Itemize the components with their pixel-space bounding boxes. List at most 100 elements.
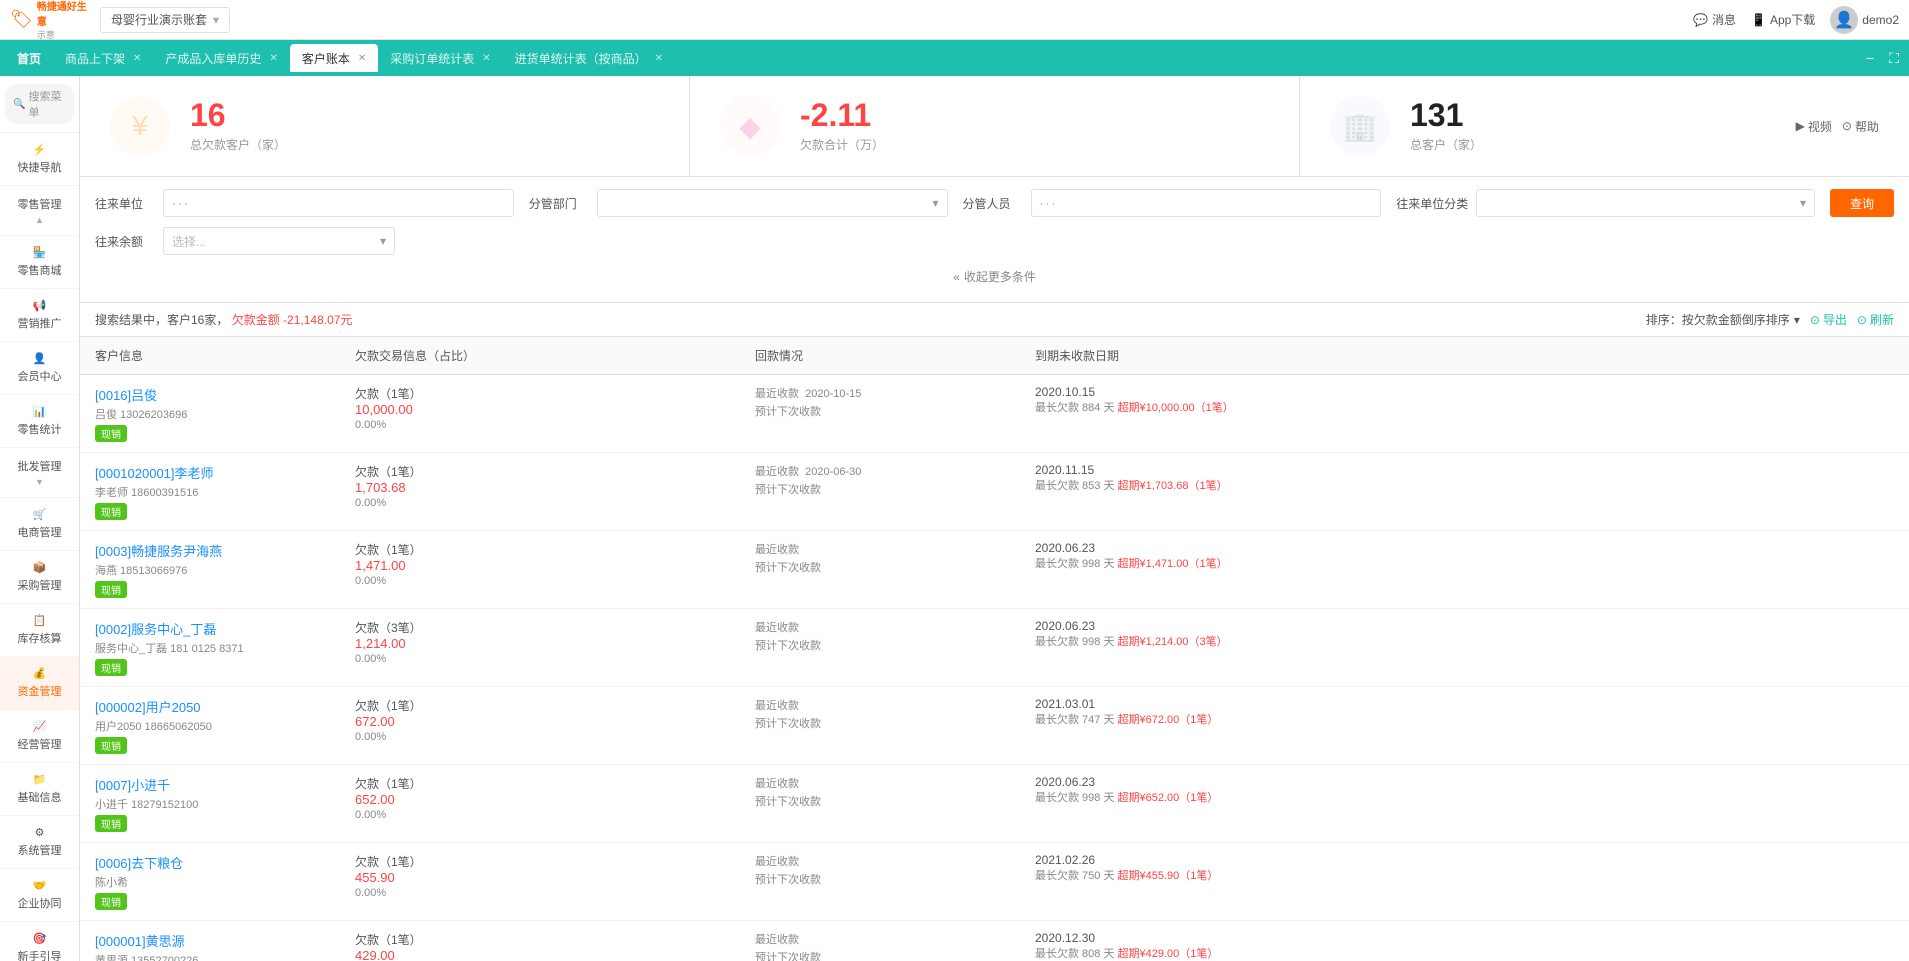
customer-name-link[interactable]: [0002]服务中心_丁磊 — [95, 619, 325, 638]
tab-home[interactable]: 首页 — [5, 44, 53, 72]
debt-amount[interactable]: 1,703.68 — [355, 480, 725, 495]
inventory-icon: 📋 — [33, 614, 47, 627]
chevron-down-icon-2: ▾ — [1800, 196, 1806, 210]
tab-product-offsale-close[interactable]: ✕ — [133, 53, 141, 64]
results-actions: 排序：按欠款金额倒序排序 ▾ ⊙ 导出 ⊙ 刷新 — [1646, 311, 1894, 328]
video-btn[interactable]: ▶ 视频 — [1796, 118, 1832, 135]
sidebar-item-enterprise[interactable]: 🤝 企业协同 — [0, 869, 79, 922]
app-download-btn[interactable]: 📱 App下载 — [1751, 11, 1815, 28]
export-btn[interactable]: ⊙ 导出 — [1810, 311, 1847, 328]
customer-name-link[interactable]: [0003]畅捷服务尹海燕 — [95, 541, 325, 560]
sidebar-item-purchase[interactable]: 📦 采购管理 — [0, 551, 79, 604]
debt-percent: 0.00% — [355, 887, 725, 899]
ecommerce-icon: 🛒 — [33, 508, 47, 521]
overdue-link[interactable]: 超期¥10,000.00（1笔） — [1118, 402, 1234, 414]
debt-amount[interactable]: 652.00 — [355, 792, 725, 807]
table-row: [0007]小进千 小进千 18279152100 现销 欠款（1笔） 652.… — [80, 765, 1909, 843]
tab-inbound-stats[interactable]: 进货单统计表（按商品） ✕ — [503, 44, 675, 72]
sidebar-item-ops[interactable]: 📈 经营管理 — [0, 710, 79, 763]
overdue-link[interactable]: 超期¥652.00（1笔） — [1118, 792, 1219, 804]
user-area[interactable]: 👤 demo2 — [1830, 6, 1899, 34]
tab-minimize-btn[interactable]: − — [1861, 48, 1879, 69]
collapse-icon: « — [953, 270, 960, 284]
sidebar-item-basic-info[interactable]: 📁 基础信息 — [0, 763, 79, 816]
sort-select[interactable]: 排序：按欠款金额倒序排序 ▾ — [1646, 311, 1800, 328]
sidebar-item-retail-store[interactable]: 🏪 零售商城 — [0, 236, 79, 289]
stat-card-debt-total: ◆ -2.11 欠款合计（万） — [690, 76, 1300, 176]
filter-balance-label: 往来余额 — [95, 233, 155, 250]
debt-count: 欠款（1笔） — [355, 463, 725, 480]
debt-amount[interactable]: 455.90 — [355, 870, 725, 885]
refresh-btn[interactable]: ⊙ 刷新 — [1857, 311, 1894, 328]
filter-person-input[interactable]: ··· — [1031, 189, 1382, 217]
message-btn[interactable]: 💬 消息 — [1693, 11, 1736, 28]
debt-amount[interactable]: 672.00 — [355, 714, 725, 729]
overdue-link[interactable]: 超期¥455.90（1笔） — [1118, 870, 1219, 882]
sidebar-item-member[interactable]: 👤 会员中心 — [0, 342, 79, 395]
overdue-link[interactable]: 超期¥1,214.00（3笔） — [1118, 636, 1228, 648]
tab-maximize-btn[interactable]: ⛶ — [1884, 48, 1904, 69]
th-collection: 回款情况 — [740, 337, 1020, 375]
tab-product-offsale[interactable]: 商品上下架 ✕ — [53, 44, 153, 72]
sidebar-item-capital[interactable]: 💰 资金管理 — [0, 657, 79, 710]
filter-person-label: 分管人员 — [963, 195, 1023, 212]
customer-name-link[interactable]: [0007]小进千 — [95, 775, 325, 794]
sidebar-item-newbie[interactable]: 🎯 新手引导 — [0, 922, 79, 961]
retail-stats-icon: 📊 — [33, 405, 47, 418]
next-collection-label: 预计下次收款 — [755, 715, 1005, 731]
debt-amount[interactable]: 10,000.00 — [355, 402, 725, 417]
last-collection-label: 最近收款 2020-06-30 — [755, 463, 1005, 479]
filter-dept-select[interactable]: ▾ — [597, 189, 948, 217]
filter-unit-category-label: 往来单位分类 — [1396, 195, 1468, 212]
query-button[interactable]: 查询 — [1830, 189, 1894, 217]
collapse-filter-btn[interactable]: « 收起更多条件 — [948, 263, 1041, 290]
tab-purchase-order[interactable]: 采购订单统计表 ✕ — [378, 44, 502, 72]
stat-label-debt-customers: 总欠款客户（家） — [190, 136, 286, 153]
tab-purchase-order-label: 采购订单统计表 — [390, 50, 474, 67]
logo-icon: 🏷 — [10, 9, 33, 30]
basic-info-icon: 📁 — [33, 773, 47, 786]
customer-name-link[interactable]: [0016]吕俊 — [95, 385, 325, 404]
filter-person: 分管人员 ··· — [963, 189, 1382, 217]
customer-name-link[interactable]: [000001]黄思源 — [95, 931, 325, 950]
sidebar-item-retail-stats[interactable]: 📊 零售统计 — [0, 395, 79, 448]
sidebar-item-marketing[interactable]: 📢 营销推广 — [0, 289, 79, 342]
chevron-down-icon-3: ▾ — [380, 234, 386, 248]
search-menu-box[interactable]: 🔍 搜索菜单 — [5, 84, 74, 124]
tab-product-inbound-close[interactable]: ✕ — [269, 53, 277, 64]
help-btn[interactable]: ⊙ 帮助 — [1842, 118, 1879, 135]
sidebar-item-quick-nav[interactable]: ⚡ 快捷导航 — [0, 133, 79, 186]
debt-amount[interactable]: 1,471.00 — [355, 558, 725, 573]
overdue-link[interactable]: 超期¥1,703.68（1笔） — [1118, 480, 1228, 492]
search-icon: 🔍 — [13, 99, 25, 110]
inventory-label: 库存核算 — [18, 630, 62, 646]
customer-name-link[interactable]: [000002]用户2050 — [95, 697, 325, 716]
debt-amount[interactable]: 429.00 — [355, 948, 725, 961]
sidebar-item-system[interactable]: ⚙ 系统管理 — [0, 816, 79, 869]
due-date-cell: 2021.03.01 最长欠款 747 天 超期¥672.00（1笔） — [1020, 687, 1909, 765]
sidebar-item-batch-mgmt[interactable]: 批发管理 ▼ — [0, 448, 79, 498]
tab-customer-account[interactable]: 客户账本 ✕ — [290, 44, 378, 72]
tab-purchase-order-close[interactable]: ✕ — [482, 53, 490, 64]
overdue-link[interactable]: 超期¥672.00（1笔） — [1118, 714, 1219, 726]
tab-product-inbound[interactable]: 产成品入库单历史 ✕ — [153, 44, 289, 72]
sidebar-item-ecommerce[interactable]: 🛒 电商管理 — [0, 498, 79, 551]
last-collection-label: 最近收款 2020-10-15 — [755, 385, 1005, 401]
debt-info-cell: 欠款（1笔） 672.00 0.00% — [340, 687, 740, 765]
filter-balance-select[interactable]: 选择... ▾ — [163, 227, 395, 255]
customer-name-link[interactable]: [0006]去下粮仓 — [95, 853, 325, 872]
overdue-link[interactable]: 超期¥1,471.00（1笔） — [1118, 558, 1228, 570]
stat-label-total-customers: 总客户（家） — [1410, 136, 1482, 153]
sidebar-item-inventory[interactable]: 📋 库存核算 — [0, 604, 79, 657]
debt-count: 欠款（1笔） — [355, 541, 725, 558]
filter-unit-input[interactable]: ··· — [163, 189, 514, 217]
debt-amount[interactable]: 1,214.00 — [355, 636, 725, 651]
tab-inbound-stats-close[interactable]: ✕ — [655, 53, 663, 64]
industry-selector[interactable]: 母婴行业演示账套 ▾ — [100, 7, 230, 33]
sidebar-item-retail-mgmt[interactable]: 零售管理 ▲ — [0, 186, 79, 236]
tab-customer-account-close[interactable]: ✕ — [358, 53, 366, 64]
filter-unit-category-select[interactable]: ▾ — [1476, 189, 1815, 217]
overdue-link[interactable]: 超期¥429.00（1笔） — [1118, 948, 1219, 960]
ecommerce-label: 电商管理 — [18, 524, 62, 540]
customer-name-link[interactable]: [0001020001]李老师 — [95, 463, 325, 482]
